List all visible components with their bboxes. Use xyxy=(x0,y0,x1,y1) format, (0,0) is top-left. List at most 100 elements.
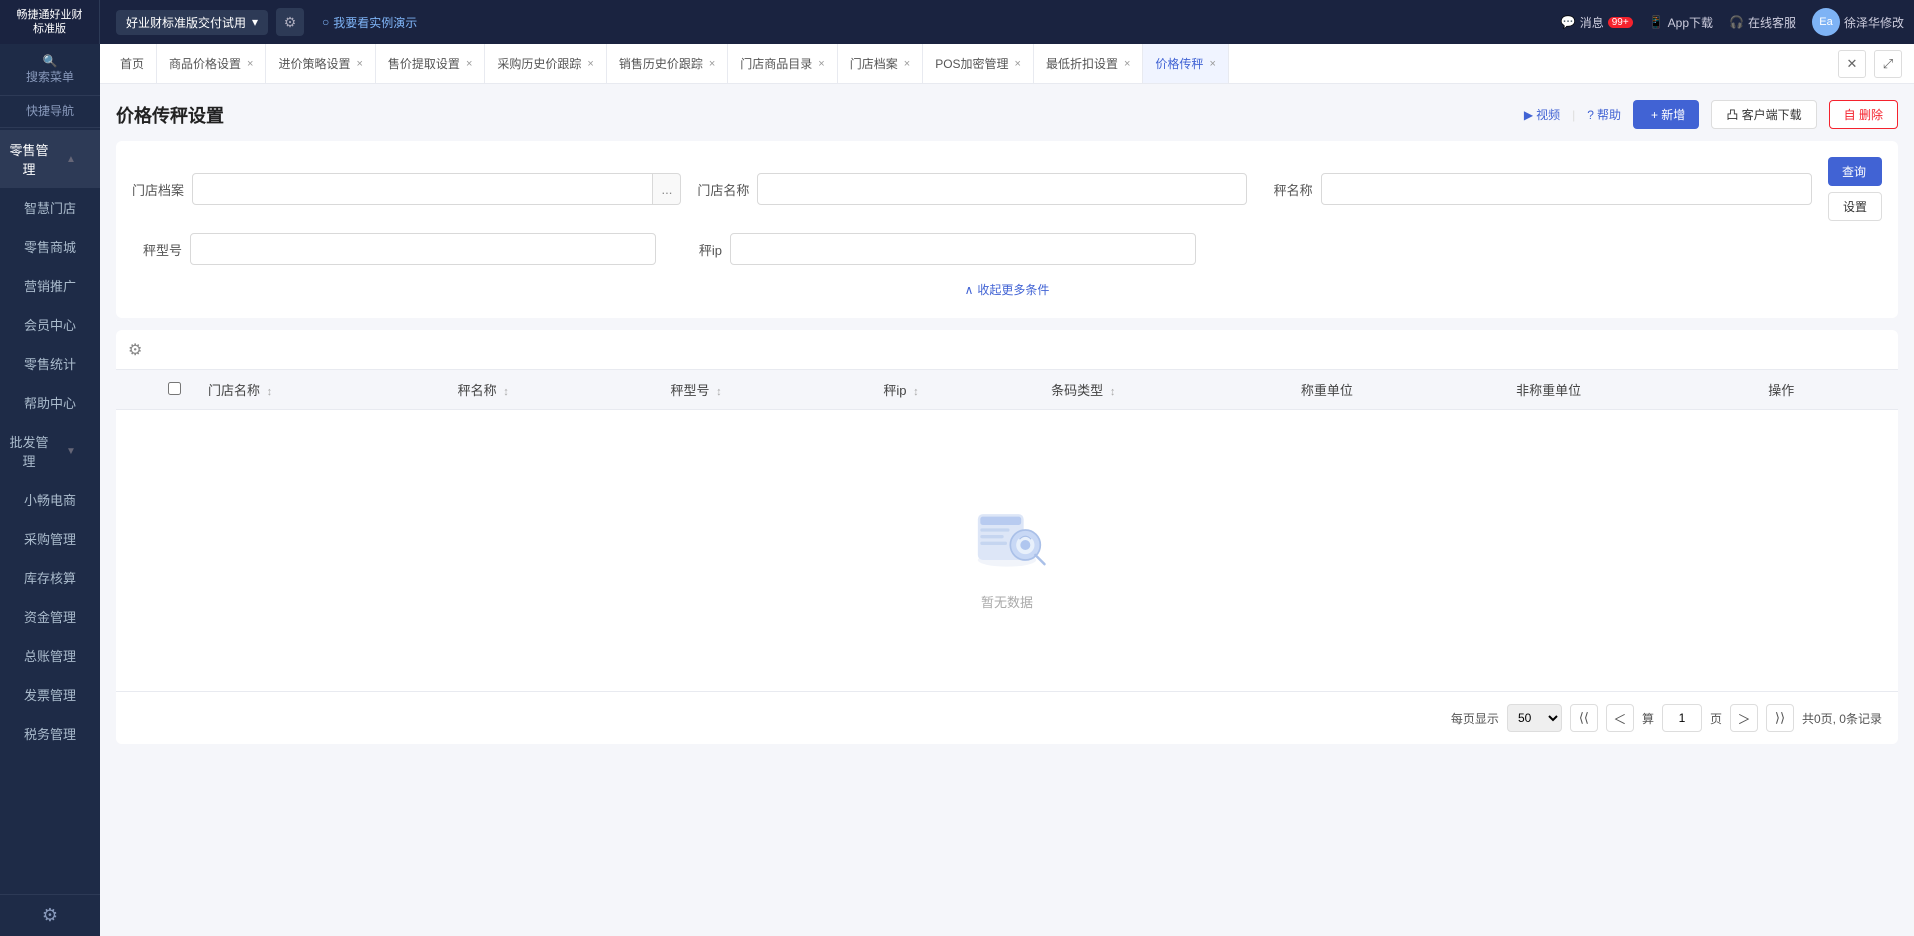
tab-purchase-history[interactable]: 采购历史价跟踪 × xyxy=(485,44,606,84)
close-icon[interactable]: × xyxy=(247,58,253,70)
tab-sale-history[interactable]: 销售历史价跟踪 × xyxy=(607,44,728,84)
download-button[interactable]: 凸 客户端下载 xyxy=(1711,100,1816,129)
tab-home[interactable]: 首页 xyxy=(108,44,157,84)
sidebar-item-inventory[interactable]: 库存核算 xyxy=(0,558,100,597)
store-archive-input[interactable] xyxy=(192,173,653,205)
query-button[interactable]: 查询 xyxy=(1828,157,1882,186)
select-all-checkbox[interactable] xyxy=(168,382,181,395)
demo-link[interactable]: ○ 我要看实例演示 xyxy=(322,14,417,31)
sidebar-item-retail-mgmt[interactable]: 零售管理 ▲ xyxy=(0,130,100,188)
scale-ip-input[interactable] xyxy=(730,233,1196,265)
video-link[interactable]: ▶ 视频 xyxy=(1524,106,1560,123)
total-label: 共0页, 0条记录 xyxy=(1802,710,1882,727)
close-icon[interactable]: × xyxy=(1209,58,1215,70)
user-menu[interactable]: Ea 徐泽华修改 xyxy=(1812,8,1904,36)
close-icon[interactable]: × xyxy=(356,58,362,70)
tab-sale-price[interactable]: 售价提取设置 × xyxy=(376,44,485,84)
app-settings-button[interactable]: ⚙ xyxy=(276,8,304,36)
sidebar-settings-button[interactable]: ⚙ xyxy=(0,894,100,936)
headset-icon: 🎧 xyxy=(1729,15,1744,29)
store-name-input[interactable] xyxy=(757,173,1246,205)
tab-label: 门店档案 xyxy=(850,55,898,72)
tab-bar-end: ✕ ⤢ xyxy=(1838,50,1906,78)
scale-name-input[interactable] xyxy=(1321,173,1812,205)
close-icon[interactable]: × xyxy=(466,58,472,70)
sidebar-item-member-center[interactable]: 会员中心 xyxy=(0,305,100,344)
sidebar-item-retail-stats[interactable]: 零售统计 xyxy=(0,344,100,383)
sidebar-item-label: 零售统计 xyxy=(8,354,92,373)
help-link[interactable]: ? 帮助 xyxy=(1587,106,1621,123)
tab-bar: 首页 商品价格设置 × 进价策略设置 × 售价提取设置 × 采购历史价跟踪 × … xyxy=(100,44,1914,84)
tab-product-price[interactable]: 商品价格设置 × xyxy=(157,44,266,84)
tab-close-current-button[interactable]: ✕ xyxy=(1838,50,1866,78)
sidebar-item-help-center[interactable]: 帮助中心 xyxy=(0,383,100,422)
form-row-2: 秤型号 秤ip xyxy=(132,233,1882,265)
page-title: 价格传秤设置 xyxy=(116,102,224,128)
sidebar-quick-nav[interactable]: 快捷导航 xyxy=(0,96,100,125)
table-settings-icon[interactable]: ⚙ xyxy=(128,340,142,360)
store-archive-btn[interactable]: ... xyxy=(653,173,681,205)
search-form: 门店档案 ... 门店名称 秤名称 xyxy=(116,141,1898,318)
tab-price-scale[interactable]: 价格传秤 × xyxy=(1143,44,1228,84)
per-page-select[interactable]: 10 20 50 100 xyxy=(1507,704,1562,732)
version-selector[interactable]: 好业财标准版交付试用 ▾ xyxy=(116,10,268,35)
tab-store-archive[interactable]: 门店档案 × xyxy=(838,44,923,84)
logo-text: 畅捷通好业财 标准版 xyxy=(17,8,83,37)
scale-model-field: 秤型号 xyxy=(132,233,656,265)
sidebar-search[interactable]: 🔍 搜索菜单 xyxy=(0,44,100,96)
scale-ip-field: 秤ip xyxy=(672,233,1196,265)
next-page-button[interactable]: ＞ xyxy=(1730,704,1758,732)
table-container: ⚙ 门店名称 ↕ xyxy=(116,330,1898,744)
collapse-button[interactable]: ∧ 收起更多条件 xyxy=(965,281,1050,298)
page-number-input[interactable] xyxy=(1662,704,1702,732)
close-icon[interactable]: × xyxy=(709,58,715,70)
message-button[interactable]: 💬 消息 99+ xyxy=(1561,14,1633,31)
close-icon[interactable]: × xyxy=(818,58,824,70)
tab-label: 进价策略设置 xyxy=(278,55,350,72)
tab-label: 采购历史价跟踪 xyxy=(497,55,581,72)
prev-page-button[interactable]: ＜ xyxy=(1606,704,1634,732)
close-icon[interactable]: × xyxy=(904,58,910,70)
sidebar-item-tax-mgmt[interactable]: 税务管理 xyxy=(0,714,100,753)
first-page-button[interactable]: ⟨⟨ xyxy=(1570,704,1598,732)
sidebar-item-label: 发票管理 xyxy=(8,685,92,704)
sidebar-item-purchase-mgmt[interactable]: 采购管理 xyxy=(0,519,100,558)
th-scale-ip: 秤ip ↕ xyxy=(871,370,1039,410)
sidebar-item-retail-mall[interactable]: 零售商城 xyxy=(0,227,100,266)
tab-min-discount[interactable]: 最低折扣设置 × xyxy=(1034,44,1143,84)
sidebar-item-xiao-ecom[interactable]: 小畅电商 xyxy=(0,480,100,519)
add-button[interactable]: + 新增 xyxy=(1633,100,1699,129)
sidebar-item-label: 库存核算 xyxy=(8,568,92,587)
online-service-button[interactable]: 🎧 在线客服 xyxy=(1729,14,1796,31)
scale-ip-label: 秤ip xyxy=(672,240,722,259)
th-operation: 操作 xyxy=(1756,370,1898,410)
sidebar-item-invoice[interactable]: 发票管理 xyxy=(0,675,100,714)
sidebar-item-marketing[interactable]: 营销推广 xyxy=(0,266,100,305)
tab-pos-mgmt[interactable]: POS加密管理 × xyxy=(923,44,1034,84)
tab-label: POS加密管理 xyxy=(935,55,1008,72)
settings-query-button[interactable]: 设置 xyxy=(1828,192,1882,221)
tab-store-catalog[interactable]: 门店商品目录 × xyxy=(728,44,837,84)
user-name: 徐泽华修改 xyxy=(1844,14,1904,31)
close-icon[interactable]: × xyxy=(1015,58,1021,70)
per-page-label: 每页显示 xyxy=(1451,710,1499,727)
tab-maximize-button[interactable]: ⤢ xyxy=(1874,50,1902,78)
sidebar-item-label: 资金管理 xyxy=(8,607,92,626)
close-icon[interactable]: × xyxy=(587,58,593,70)
scale-model-input[interactable] xyxy=(190,233,656,265)
th-checkbox xyxy=(156,370,196,410)
last-page-button[interactable]: ⟩⟩ xyxy=(1766,704,1794,732)
sidebar-item-label: 零售商城 xyxy=(8,237,92,256)
tab-purchase-strategy[interactable]: 进价策略设置 × xyxy=(266,44,375,84)
sidebar-item-wholesale-mgmt[interactable]: 批发管理 ▼ xyxy=(0,422,100,480)
delete-button[interactable]: 自 删除 xyxy=(1829,100,1898,129)
sidebar-item-general-ledger[interactable]: 总账管理 xyxy=(0,636,100,675)
tab-label: 销售历史价跟踪 xyxy=(619,55,703,72)
sidebar-item-smart-store[interactable]: 智慧门店 xyxy=(0,188,100,227)
logo: 畅捷通好业财 标准版 xyxy=(0,0,100,44)
form-row-1: 门店档案 ... 门店名称 秤名称 xyxy=(132,157,1882,221)
close-icon[interactable]: × xyxy=(1124,58,1130,70)
th-non-weight-unit: 非称重单位 xyxy=(1504,370,1756,410)
app-download-button[interactable]: 📱 App下载 xyxy=(1649,14,1713,31)
sidebar-item-finance[interactable]: 资金管理 xyxy=(0,597,100,636)
